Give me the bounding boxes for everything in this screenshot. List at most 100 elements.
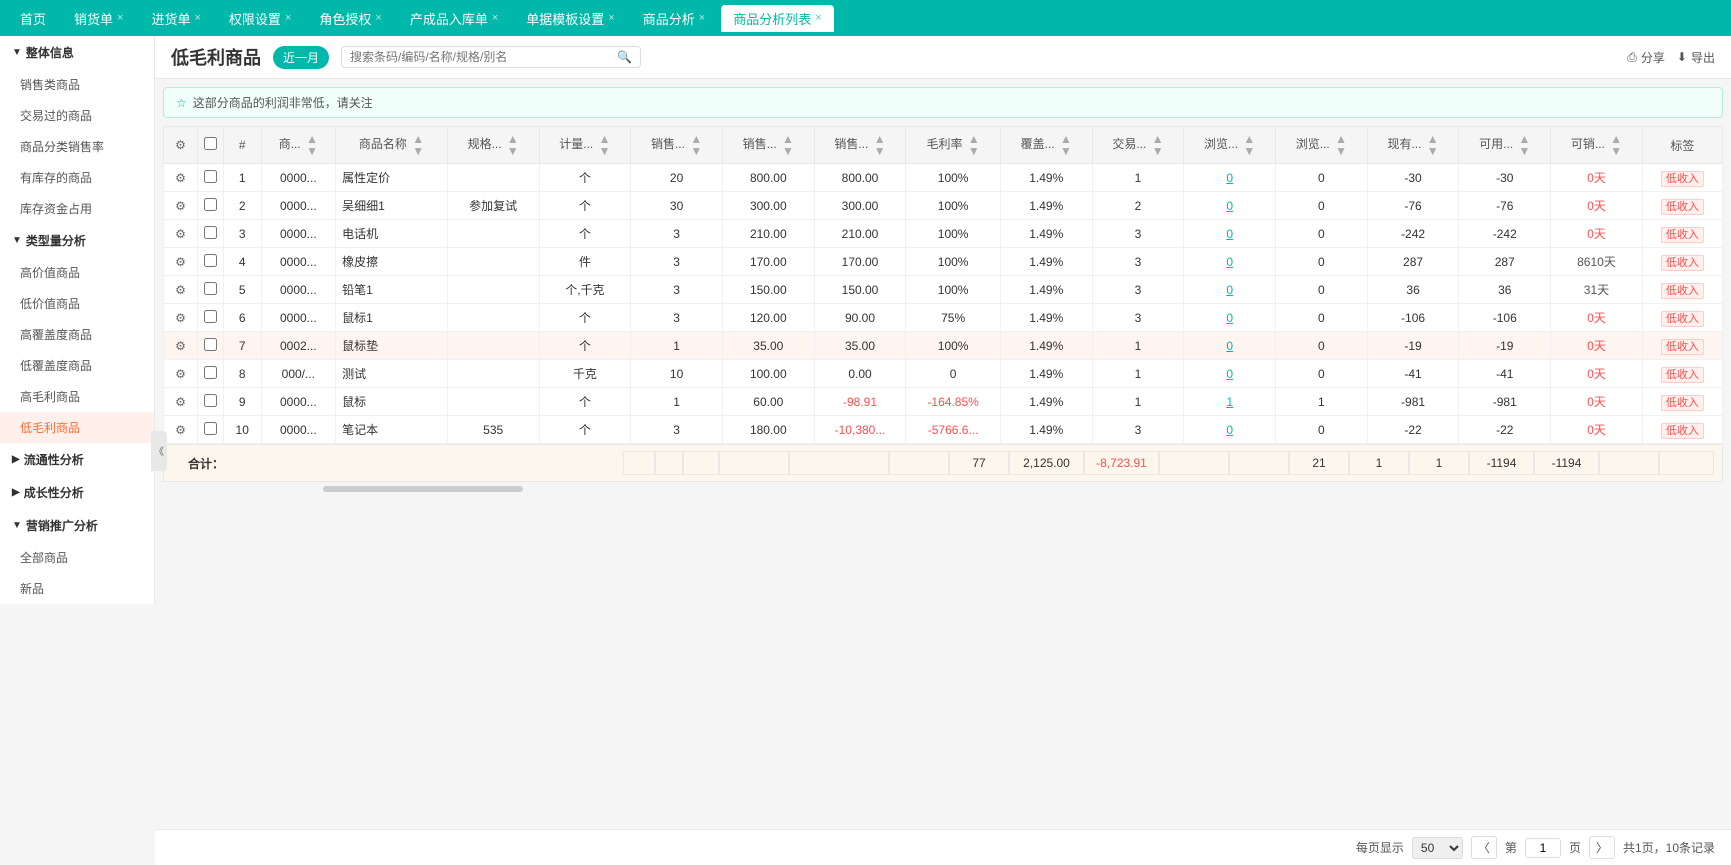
period-button[interactable]: 近一月 [273,46,329,69]
row-checkbox[interactable] [204,198,217,211]
row-checkbox[interactable] [204,422,217,435]
gear-icon[interactable]: ⚙ [175,423,186,437]
gear-icon[interactable]: ⚙ [175,367,186,381]
sidebar-item-new-goods[interactable]: 新品 [0,573,154,604]
gear-icon[interactable]: ⚙ [175,395,186,409]
sidebar-item-traded-goods[interactable]: 交易过的商品 [0,100,154,131]
browse1-cell[interactable]: 0 [1184,416,1276,444]
available-column-header[interactable]: 可用... ▲▼ [1459,127,1551,164]
browse1-cell[interactable]: 0 [1184,248,1276,276]
coverage-column-header[interactable]: 覆盖... ▲▼ [1000,127,1092,164]
nav-product-analysis-list[interactable]: 商品分析列表 × [721,5,833,32]
next-page-button[interactable]: 〉 [1589,836,1615,859]
checkbox-cell[interactable] [197,388,223,416]
close-icon[interactable]: × [285,12,291,24]
browse1-cell[interactable]: 0 [1184,360,1276,388]
unit-column-header[interactable]: 计量... ▲▼ [539,127,631,164]
gross-rate-column-header[interactable]: 毛利率 ▲▼ [906,127,1001,164]
select-all-checkbox[interactable] [204,137,217,150]
gear-icon[interactable]: ⚙ [175,227,186,241]
prev-page-button[interactable]: 〈 [1471,836,1497,859]
search-box[interactable]: 🔍 [341,46,641,68]
close-icon[interactable]: × [194,12,200,24]
sidebar-section-overall[interactable]: ▼ 整体信息 [0,36,154,69]
current-stock-column-header[interactable]: 现有... ▲▼ [1367,127,1459,164]
checkbox-cell[interactable] [197,248,223,276]
sidebar-item-high-value[interactable]: 高价值商品 [0,257,154,288]
gear-icon[interactable]: ⚙ [175,311,186,325]
sidebar-item-high-margin[interactable]: 高毛利商品 [0,381,154,412]
row-checkbox[interactable] [204,394,217,407]
browse1-cell[interactable]: 0 [1184,164,1276,192]
export-button[interactable]: ⬇ 导出 [1677,49,1715,66]
sidebar-section-circulation[interactable]: ▶ 流通性分析 [0,443,154,476]
search-input[interactable] [350,50,617,64]
table-wrapper[interactable]: ⚙ # 商... ▲▼ 商品名称 ▲▼ 规格... ▲▼ 计量... ▲▼ 销售… [155,126,1731,829]
browse1-cell[interactable]: 1 [1184,388,1276,416]
nav-template[interactable]: 单据模板设置 × [514,5,626,32]
settings-column-header[interactable]: ⚙ [164,127,198,164]
sidebar-section-marketing[interactable]: ▼ 营销推广分析 [0,509,154,542]
settings-cell[interactable]: ⚙ [164,332,198,360]
sidebar-item-low-margin[interactable]: 低毛利商品 [0,412,154,443]
sellable-column-header[interactable]: 可销... ▲▼ [1551,127,1643,164]
nav-permission[interactable]: 权限设置 × [217,5,303,32]
close-icon[interactable]: × [375,12,381,24]
settings-cell[interactable]: ⚙ [164,164,198,192]
checkbox-cell[interactable] [197,360,223,388]
nav-product-entry[interactable]: 产成品入库单 × [398,5,510,32]
sidebar-item-in-stock[interactable]: 有库存的商品 [0,162,154,193]
settings-cell[interactable]: ⚙ [164,276,198,304]
row-checkbox[interactable] [204,338,217,351]
close-icon[interactable]: × [492,12,498,24]
settings-cell[interactable]: ⚙ [164,192,198,220]
sidebar-item-sales-goods[interactable]: 销售类商品 [0,69,154,100]
browse1-column-header[interactable]: 浏览... ▲▼ [1184,127,1276,164]
gear-icon[interactable]: ⚙ [175,138,186,152]
sales-price-column-header[interactable]: 销售... ▲▼ [722,127,814,164]
sidebar-section-type-analysis[interactable]: ▼ 类型量分析 [0,224,154,257]
browse1-cell[interactable]: 0 [1184,192,1276,220]
row-checkbox[interactable] [204,366,217,379]
gear-icon[interactable]: ⚙ [175,199,186,213]
sidebar-item-low-value[interactable]: 低价值商品 [0,288,154,319]
checkbox-column-header[interactable] [197,127,223,164]
nav-purchase[interactable]: 进货单 × [139,5,212,32]
sales-count-column-header[interactable]: 销售... ▲▼ [631,127,723,164]
code-column-header[interactable]: 商... ▲▼ [261,127,336,164]
close-icon[interactable]: × [815,12,821,24]
sidebar-item-category-rate[interactable]: 商品分类销售率 [0,131,154,162]
sidebar-item-all-goods[interactable]: 全部商品 [0,542,154,573]
close-icon[interactable]: × [608,12,614,24]
page-number-input[interactable] [1525,838,1561,858]
name-column-header[interactable]: 商品名称 ▲▼ [336,127,448,164]
browse1-cell[interactable]: 0 [1184,276,1276,304]
search-icon[interactable]: 🔍 [617,50,632,64]
row-checkbox[interactable] [204,282,217,295]
nav-home[interactable]: 首页 [8,5,58,32]
browse1-cell[interactable]: 0 [1184,220,1276,248]
settings-cell[interactable]: ⚙ [164,388,198,416]
nav-role[interactable]: 角色授权 × [307,5,393,32]
share-button[interactable]: ⎙ 分享 [1627,49,1665,66]
nav-sales[interactable]: 销货单 × [62,5,135,32]
nav-product-analysis[interactable]: 商品分析 × [631,5,717,32]
row-checkbox[interactable] [204,254,217,267]
checkbox-cell[interactable] [197,164,223,192]
settings-cell[interactable]: ⚙ [164,416,198,444]
sidebar-item-low-coverage[interactable]: 低覆盖度商品 [0,350,154,381]
checkbox-cell[interactable] [197,276,223,304]
browse1-cell[interactable]: 0 [1184,332,1276,360]
sales-profit-column-header[interactable]: 销售... ▲▼ [814,127,906,164]
sidebar-collapse-button[interactable]: 《 [151,431,167,471]
gear-icon[interactable]: ⚙ [175,283,186,297]
settings-cell[interactable]: ⚙ [164,248,198,276]
settings-cell[interactable]: ⚙ [164,220,198,248]
checkbox-cell[interactable] [197,304,223,332]
checkbox-cell[interactable] [197,220,223,248]
sidebar-item-high-coverage[interactable]: 高覆盖度商品 [0,319,154,350]
browse1-cell[interactable]: 0 [1184,304,1276,332]
close-icon[interactable]: × [117,12,123,24]
gear-icon[interactable]: ⚙ [175,171,186,185]
checkbox-cell[interactable] [197,192,223,220]
